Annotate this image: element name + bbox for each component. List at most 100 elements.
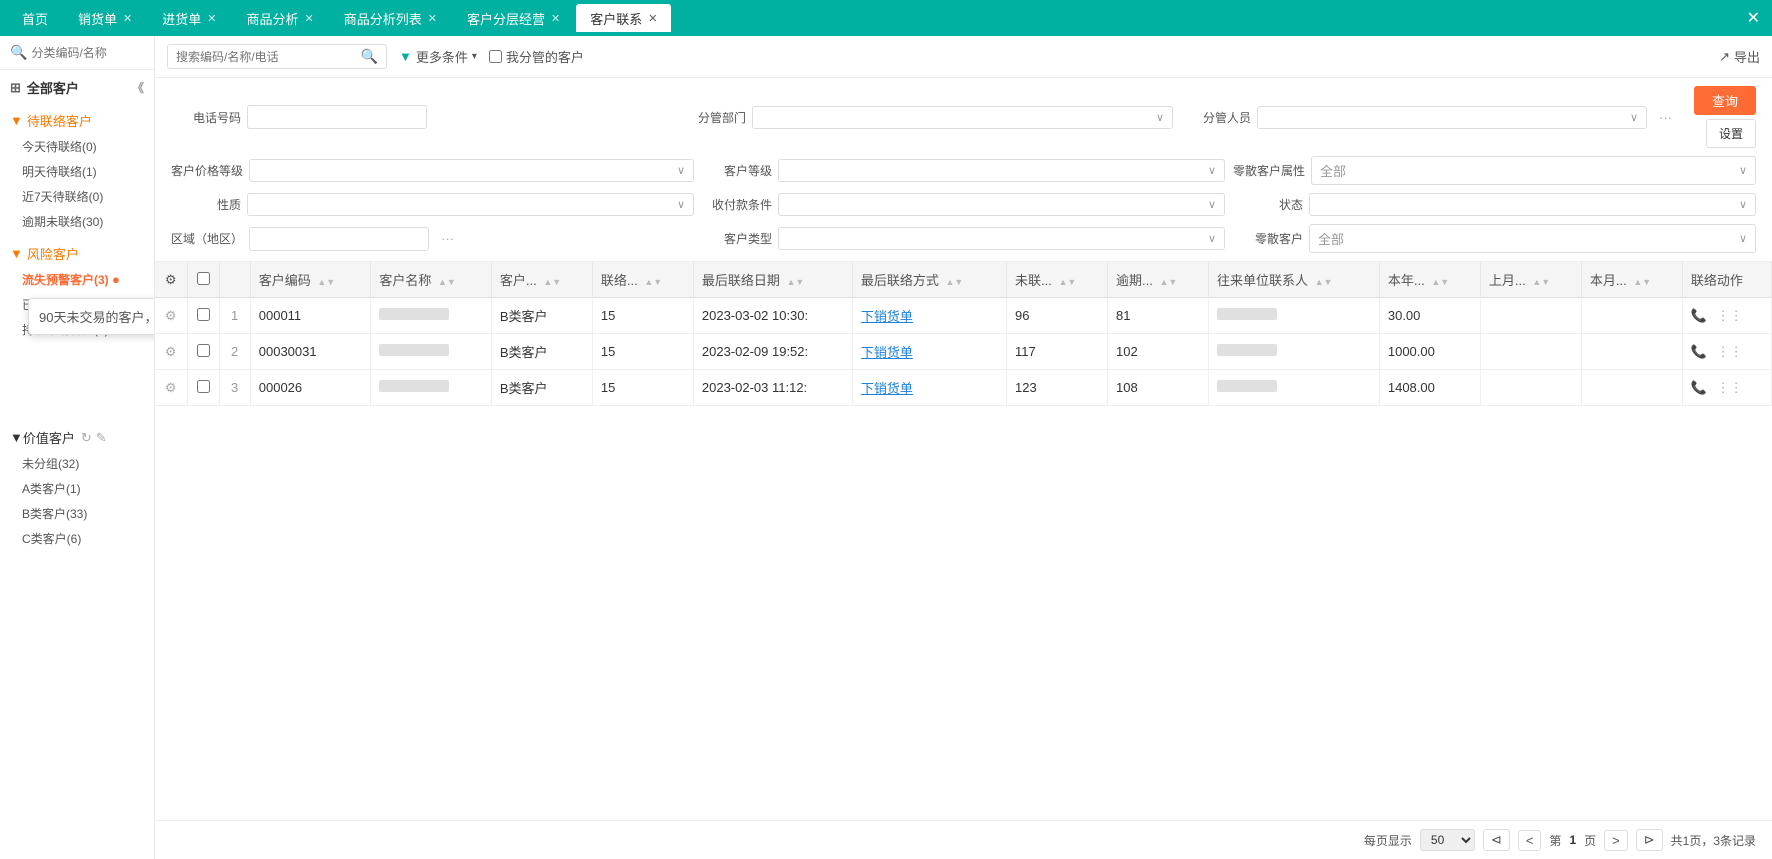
gear-icon[interactable]: ⚙ bbox=[165, 272, 177, 287]
sort-icon[interactable]: ▲▼ bbox=[543, 277, 561, 287]
tab-purchase[interactable]: 进货单 ✕ bbox=[148, 4, 230, 32]
sort-icon[interactable]: ▲▼ bbox=[644, 277, 662, 287]
query-button[interactable]: 查询 bbox=[1694, 86, 1756, 115]
contact-way-link[interactable]: 下销货单 bbox=[861, 309, 913, 324]
sort-icon[interactable]: ▲▼ bbox=[438, 277, 456, 287]
next-page-button[interactable]: > bbox=[1604, 830, 1628, 851]
sidebar-item-class-c[interactable]: C类客户(6) bbox=[0, 526, 154, 551]
more-filter-button[interactable]: ▼ 更多条件 ▾ bbox=[399, 47, 477, 66]
gear-icon[interactable]: ⚙ bbox=[165, 308, 177, 323]
row-contact: 15 bbox=[592, 370, 693, 406]
type-select[interactable]: ∨ bbox=[778, 227, 1225, 250]
tab-customer-contact[interactable]: 客户联系 ✕ bbox=[576, 4, 671, 32]
row-num: 1 bbox=[219, 298, 250, 334]
person-select[interactable]: ∨ bbox=[1257, 106, 1647, 129]
sidebar-item-unclassified[interactable]: 未分组(32) bbox=[0, 451, 154, 476]
sidebar-item-class-b[interactable]: B类客户(33) bbox=[0, 501, 154, 526]
row-num: 2 bbox=[219, 334, 250, 370]
sort-icon[interactable]: ▲▼ bbox=[1315, 277, 1333, 287]
search-input[interactable] bbox=[176, 50, 357, 64]
sidebar-item-today[interactable]: 今天待联络(0) bbox=[0, 134, 154, 159]
row-checkbox[interactable] bbox=[197, 380, 210, 393]
close-app-button[interactable]: ✕ bbox=[1747, 8, 1760, 28]
edit-icon[interactable]: ✎ bbox=[96, 430, 107, 446]
tab-sales[interactable]: 销货单 ✕ bbox=[64, 4, 146, 32]
sidebar-item-tomorrow[interactable]: 明天待联络(1) bbox=[0, 159, 154, 184]
price-level-select[interactable]: ∨ bbox=[249, 159, 694, 182]
tab-home[interactable]: 首页 bbox=[8, 4, 62, 32]
tab-product-analysis[interactable]: 商品分析 ✕ bbox=[232, 4, 327, 32]
nature-select[interactable]: ∨ bbox=[247, 193, 694, 216]
close-icon[interactable]: ✕ bbox=[305, 12, 314, 25]
sidebar-search-input[interactable] bbox=[31, 46, 144, 60]
contact-way-link[interactable]: 下销货单 bbox=[861, 345, 913, 360]
close-icon[interactable]: ✕ bbox=[648, 12, 657, 25]
zero-customers-select[interactable]: 全部 ∨ bbox=[1309, 224, 1756, 253]
more-options-icon[interactable]: ··· bbox=[435, 231, 460, 246]
refresh-icon[interactable]: ↻ bbox=[81, 430, 92, 446]
col-code: 客户编码 ▲▼ bbox=[250, 262, 371, 298]
gear-icon[interactable]: ⚙ bbox=[165, 344, 177, 359]
close-icon[interactable]: ✕ bbox=[123, 12, 132, 25]
action-phone-icon[interactable]: 📞 bbox=[1691, 380, 1707, 395]
sort-icon[interactable]: ▲▼ bbox=[946, 277, 964, 287]
action-more-icon[interactable]: ⋮⋮ bbox=[1717, 380, 1743, 395]
action-more-icon[interactable]: ⋮⋮ bbox=[1717, 344, 1743, 359]
sort-icon[interactable]: ▲▼ bbox=[1058, 277, 1076, 287]
first-page-button[interactable]: ⊲ bbox=[1483, 829, 1510, 851]
sort-icon[interactable]: ▲▼ bbox=[1633, 277, 1651, 287]
row-checkbox[interactable] bbox=[197, 308, 210, 321]
sort-icon[interactable]: ▲▼ bbox=[1431, 277, 1449, 287]
level-select[interactable]: ∨ bbox=[778, 159, 1225, 182]
sidebar-section-risk[interactable]: ▼ 风险客户 bbox=[0, 238, 154, 267]
sidebar-section-value[interactable]: ▼ 价值客户 ↻ ✎ bbox=[0, 422, 154, 451]
col-check bbox=[187, 262, 219, 298]
row-overdue: 108 bbox=[1107, 370, 1208, 406]
sidebar-item-overdue[interactable]: 逾期未联络(30) bbox=[0, 209, 154, 234]
row-code: 000011 bbox=[250, 298, 371, 334]
gear-icon[interactable]: ⚙ bbox=[165, 380, 177, 395]
col-this-year: 本年... ▲▼ bbox=[1379, 262, 1480, 298]
sort-icon[interactable]: ▲▼ bbox=[1532, 277, 1550, 287]
sidebar-item-class-a[interactable]: A类客户(1) bbox=[0, 476, 154, 501]
sort-icon[interactable]: ▲▼ bbox=[787, 277, 805, 287]
close-icon[interactable]: ✕ bbox=[551, 12, 560, 25]
my-customers-check[interactable] bbox=[489, 50, 502, 63]
sidebar-section-pending[interactable]: ▼ 待联络客户 bbox=[0, 105, 154, 134]
action-phone-icon[interactable]: 📞 bbox=[1691, 344, 1707, 359]
per-page-select[interactable]: 50 20 100 bbox=[1420, 829, 1475, 851]
chevron-down-icon: ∨ bbox=[1739, 232, 1747, 245]
sidebar-item-churn-warning[interactable]: 流失预警客户(3) ● bbox=[0, 267, 154, 292]
status-select[interactable]: ∨ bbox=[1309, 193, 1756, 216]
my-customers-checkbox[interactable]: 我分管的客户 bbox=[489, 47, 584, 66]
export-button[interactable]: ↗ 导出 bbox=[1719, 47, 1760, 66]
prev-page-button[interactable]: < bbox=[1518, 830, 1542, 851]
row-checkbox[interactable] bbox=[197, 344, 210, 357]
close-icon[interactable]: ✕ bbox=[207, 12, 216, 25]
payment-select[interactable]: ∨ bbox=[778, 193, 1225, 216]
tab-product-analysis-list[interactable]: 商品分析列表 ✕ bbox=[330, 4, 451, 32]
dept-select[interactable]: ∨ bbox=[752, 106, 1173, 129]
col-contact: 联络... ▲▼ bbox=[592, 262, 693, 298]
area-input[interactable] bbox=[249, 227, 429, 251]
sort-icon[interactable]: ▲▼ bbox=[1159, 277, 1177, 287]
sort-icon[interactable]: ▲▼ bbox=[317, 277, 335, 287]
select-all-checkbox[interactable] bbox=[197, 272, 210, 285]
row-action: 📞 ⋮⋮ bbox=[1682, 298, 1771, 334]
tab-customer-tier[interactable]: 客户分层经营 ✕ bbox=[453, 4, 574, 32]
col-name: 客户名称 ▲▼ bbox=[371, 262, 492, 298]
zero-attr-select[interactable]: 全部 ∨ bbox=[1311, 156, 1756, 185]
collapse-icon[interactable]: 《 bbox=[132, 79, 144, 96]
action-phone-icon[interactable]: 📞 bbox=[1691, 308, 1707, 323]
row-this-year: 1000.00 bbox=[1379, 334, 1480, 370]
settings-button[interactable]: 设置 bbox=[1706, 119, 1756, 148]
sidebar-item-7days[interactable]: 近7天待联络(0) bbox=[0, 184, 154, 209]
more-options-icon[interactable]: ··· bbox=[1653, 110, 1678, 125]
phone-input[interactable] bbox=[247, 105, 427, 129]
contact-way-link[interactable]: 下销货单 bbox=[861, 381, 913, 396]
search-icon[interactable]: 🔍 bbox=[361, 48, 378, 65]
action-more-icon[interactable]: ⋮⋮ bbox=[1717, 308, 1743, 323]
close-icon[interactable]: ✕ bbox=[428, 12, 437, 25]
last-page-button[interactable]: ⊳ bbox=[1636, 829, 1663, 851]
all-customers-header[interactable]: ⊞ 全部客户 《 bbox=[0, 70, 154, 105]
